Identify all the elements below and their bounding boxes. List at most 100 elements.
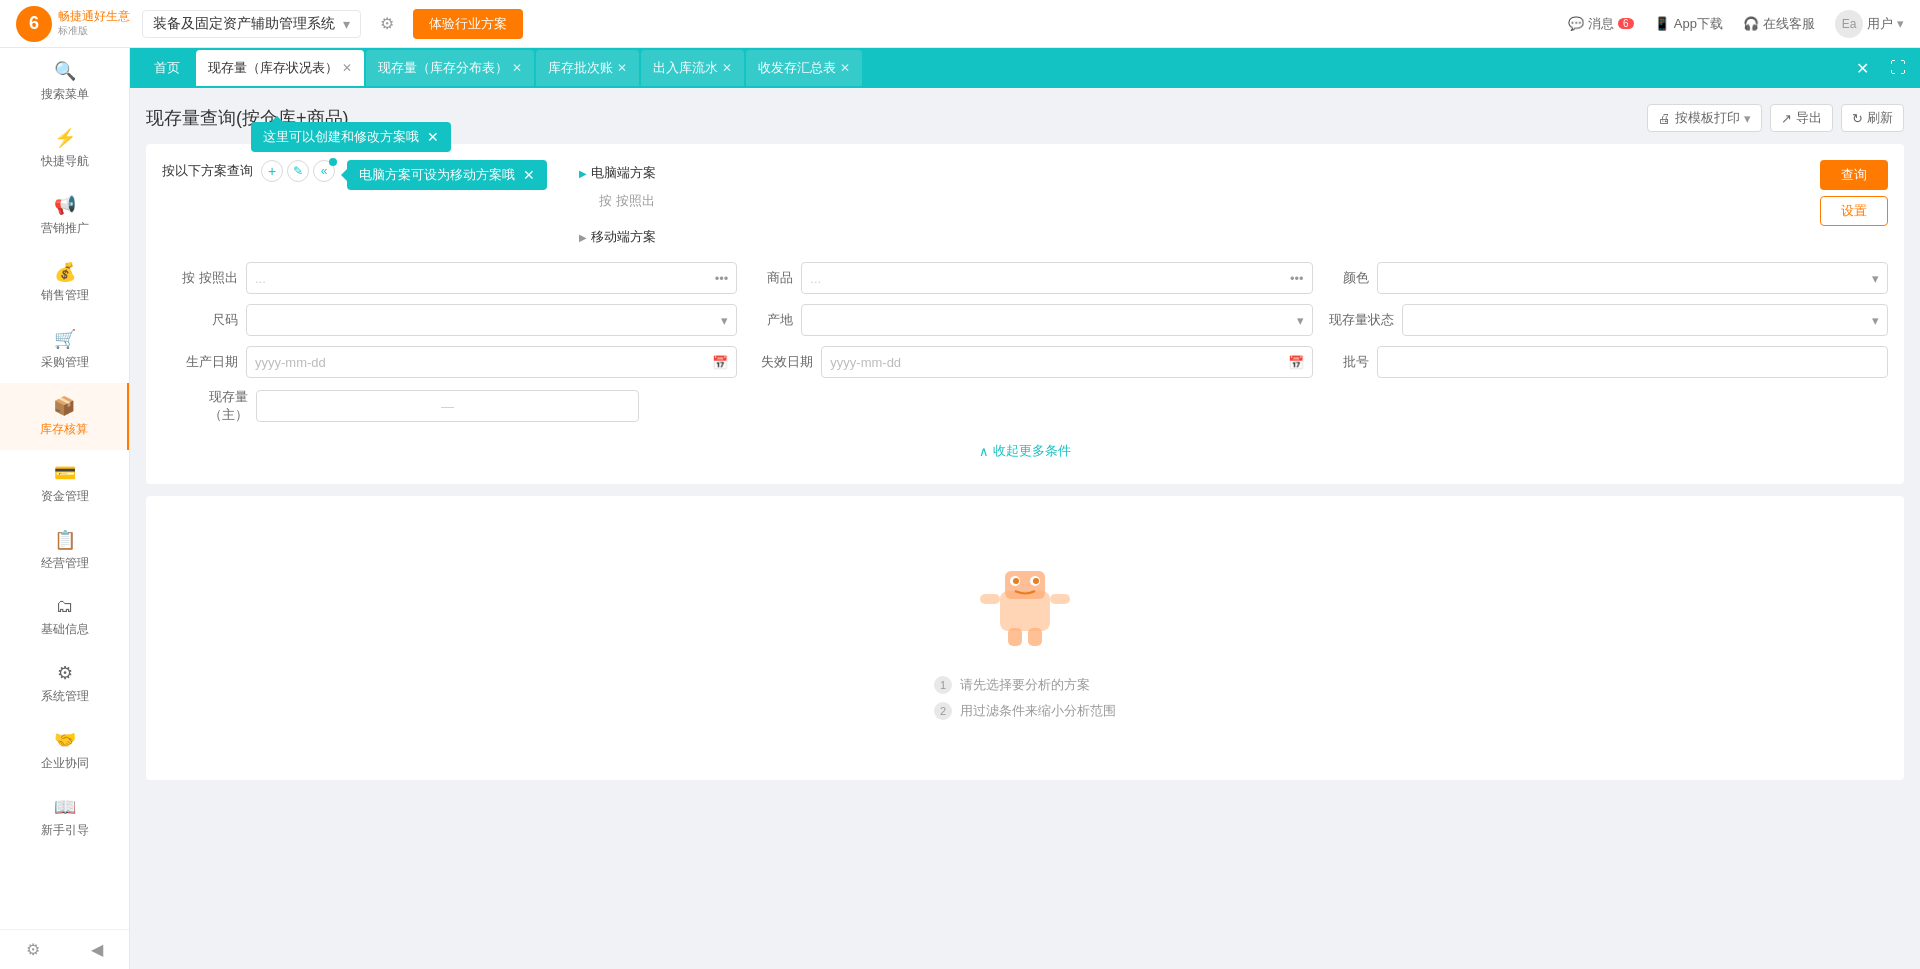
sidebar-item-operations[interactable]: 📋 经营管理 [0,517,129,584]
edit-scheme-button[interactable]: ✎ [287,160,309,182]
svg-rect-9 [1028,628,1042,646]
sidebar-label: 系统管理 [41,688,89,705]
tab-inventory-batch[interactable]: 库存批次账 ✕ [536,50,639,86]
search-panel: 按以下方案查询 这里可以创建和修改方案哦 ✕ [146,144,1904,484]
trial-button[interactable]: 体验行业方案 [413,9,523,39]
tab-maximize-button[interactable]: ⛶ [1884,54,1912,82]
mobile-scheme-item[interactable]: ▶ 移动端方案 [579,224,656,250]
sidebar-label: 采购管理 [41,354,89,371]
sidebar-item-sales[interactable]: 💰 销售管理 [0,249,129,316]
tooltip1-bubble-container: 电脑方案可设为移动方案哦 ✕ [347,160,547,190]
expire-date-placeholder: yyyy-mm-dd [830,355,901,370]
form-item-warehouse: 按 按照出 ... ••• [178,262,737,294]
add-scheme-button[interactable]: + [261,160,283,182]
tab-summary[interactable]: 收发存汇总表 ✕ [746,50,862,86]
empty-tip-1: 1 请先选择要分析的方案 [934,676,1116,694]
tab-close-icon[interactable]: ✕ [512,61,522,75]
tip-num-2: 2 [934,702,952,720]
tab-close-icon[interactable]: ✕ [617,61,627,75]
app-download-button[interactable]: 📱 App下载 [1654,15,1723,33]
warehouse-select[interactable]: ... ••• [246,262,737,294]
handshake-icon: 🤝 [54,729,76,751]
logo-area: 6 畅捷通好生意 标准版 [16,6,130,42]
sidebar-item-inventory[interactable]: 📦 库存核算 [0,383,129,450]
form-item-size: 尺码 ▾ [178,304,737,336]
expire-date-input[interactable]: yyyy-mm-dd 📅 [821,346,1312,378]
search-button[interactable]: 查询 [1820,160,1888,190]
money-icon: 💰 [54,261,76,283]
empty-tips: 1 请先选择要分析的方案 2 用过滤条件来缩小分析范围 [934,676,1116,720]
batch-input[interactable] [1377,346,1888,378]
refresh-button[interactable]: ↻ 刷新 [1841,104,1904,132]
calendar-icon: 📅 [1288,355,1304,370]
chevron-down-icon: ▾ [1872,271,1879,286]
sidebar-label: 销售管理 [41,287,89,304]
warehouse-label: 按 按照出 [178,269,238,287]
color-label: 颜色 [1329,269,1369,287]
goods-select[interactable]: ... ••• [801,262,1312,294]
sidebar-item-basic-info[interactable]: 🗂 基础信息 [0,584,129,650]
online-support-button[interactable]: 🎧 在线客服 [1743,15,1815,33]
tab-close-icon[interactable]: ✕ [840,61,850,75]
sidebar-item-purchase[interactable]: 🛒 采购管理 [0,316,129,383]
message-icon: 💬 [1568,16,1584,31]
form-item-color: 颜色 ▾ [1329,262,1888,294]
scheme-arrow-area: « [313,160,335,182]
tab-close-icon[interactable]: ✕ [342,61,352,75]
sidebar-label: 资金管理 [41,488,89,505]
produce-date-input[interactable]: yyyy-mm-dd 📅 [246,346,737,378]
sidebar-label: 快捷导航 [41,153,89,170]
sidebar-item-search-menu[interactable]: 🔍 搜索菜单 [0,48,129,115]
stock-status-select[interactable]: ▾ [1402,304,1888,336]
form-area: 按 按照出 ... ••• 商品 ... ••• [162,262,1888,424]
print-button[interactable]: 🖨 按模板打印 ▾ [1647,104,1762,132]
sidebar-item-guide[interactable]: 📖 新手引导 [0,784,129,851]
sidebar-item-quick-nav[interactable]: ⚡ 快捷导航 [0,115,129,182]
sidebar-item-marketing[interactable]: 📢 营销推广 [0,182,129,249]
tooltip1-close-button[interactable]: ✕ [523,167,535,183]
export-button[interactable]: ↗ 导出 [1770,104,1833,132]
tab-inventory-status[interactable]: 现存量（库存状况表） ✕ [196,50,364,86]
sidebar-settings-button[interactable]: ⚙ [26,940,40,959]
svg-rect-7 [1050,594,1070,604]
sidebar-item-finance[interactable]: 💳 资金管理 [0,450,129,517]
content-area: 首页 现存量（库存状况表） ✕ 现存量（库存分布表） ✕ 库存批次账 ✕ 出入库… [130,48,1920,969]
gear-button[interactable]: ⚙ [373,10,401,38]
folder-icon: 🗂 [56,596,74,617]
pc-scheme-item[interactable]: ▶ 电脑端方案 [579,160,656,186]
tab-home[interactable]: 首页 [138,50,196,86]
sidebar-item-enterprise[interactable]: 🤝 企业协同 [0,717,129,784]
tip-num-1: 1 [934,676,952,694]
robot-svg [975,556,1075,656]
message-button[interactable]: 💬 消息 6 [1568,15,1634,33]
chevron-down-icon: ▾ [1872,313,1879,328]
reset-button[interactable]: 设置 [1820,196,1888,226]
pc-scheme-sub: 按 按照出 [579,188,656,214]
more-conditions-button[interactable]: ∧ 收起更多条件 [162,434,1888,468]
calendar-icon: 📅 [712,355,728,370]
tab-inout-flow[interactable]: 出入库流水 ✕ [641,50,744,86]
color-select[interactable]: ▾ [1377,262,1888,294]
sidebar-item-system[interactable]: ⚙ 系统管理 [0,650,129,717]
sidebar-collapse-button[interactable]: ◀ [91,940,103,959]
tooltip2-close-button[interactable]: ✕ [427,129,439,145]
sidebar-label: 搜索菜单 [41,86,89,103]
origin-select[interactable]: ▾ [801,304,1312,336]
system-title[interactable]: 装备及固定资产辅助管理系统 ▾ [142,10,361,38]
chevron-down-icon: ▾ [1897,16,1904,31]
size-select[interactable]: ▾ [246,304,737,336]
tab-close-icon[interactable]: ✕ [722,61,732,75]
user-area[interactable]: Ea 用户 ▾ [1835,10,1904,38]
tab-close-all-button[interactable]: ✕ [1848,54,1876,82]
stock-main-min-input[interactable] [265,399,433,414]
tab-inventory-dist[interactable]: 现存量（库存分布表） ✕ [366,50,534,86]
stock-main-max-input[interactable] [462,399,630,414]
gear-icon: ⚙ [57,662,73,684]
tab-actions: ✕ ⛶ [1848,54,1912,82]
empty-illustration: 1 请先选择要分析的方案 2 用过滤条件来缩小分析范围 [146,556,1904,720]
headset-icon: 🎧 [1743,16,1759,31]
scheme-buttons-area: 这里可以创建和修改方案哦 ✕ + ✎ « [261,160,335,182]
form-item-produce-date: 生产日期 yyyy-mm-dd 📅 [178,346,737,378]
card-icon: 💳 [54,462,76,484]
chevron-down-icon: ▾ [1744,111,1751,126]
